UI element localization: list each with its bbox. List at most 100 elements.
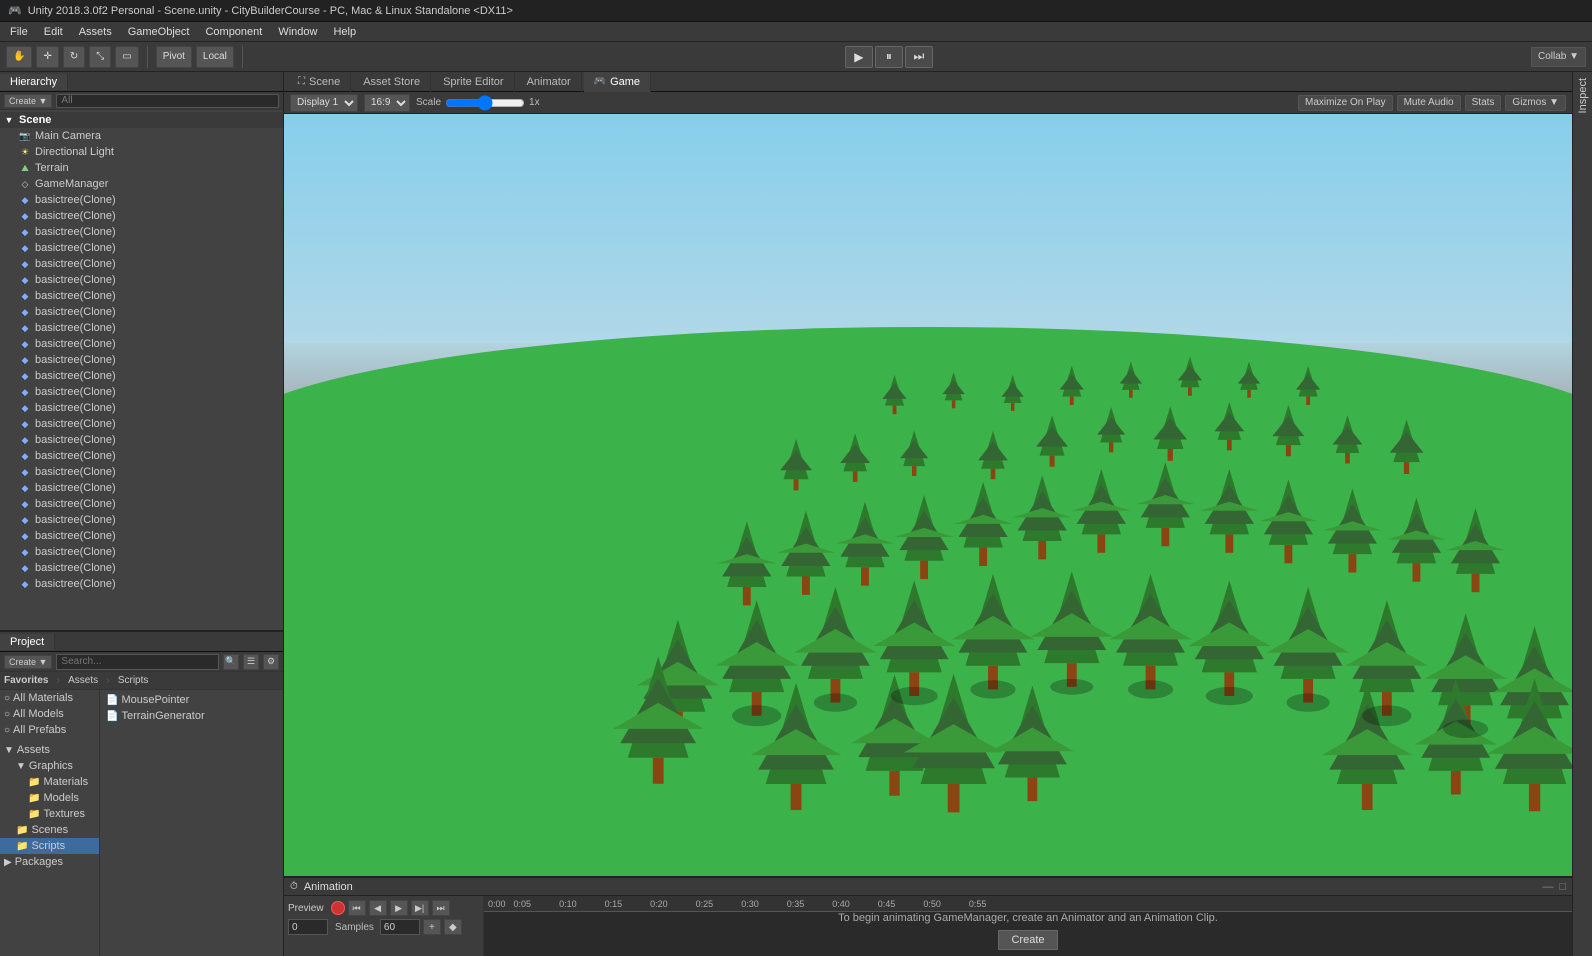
hierarchy-item-tree23[interactable]: ◆basictree(Clone) <box>0 560 283 576</box>
hierarchy-item-tree21[interactable]: ◆basictree(Clone) <box>0 528 283 544</box>
menu-gameobject[interactable]: GameObject <box>122 25 196 39</box>
project-assets-folder[interactable]: ▼ Assets <box>0 742 99 758</box>
anim-minimize-btn[interactable]: — <box>1542 881 1553 893</box>
project-scripts-folder[interactable]: 📁 Scripts <box>0 838 99 854</box>
hierarchy-item-tree15[interactable]: ◆basictree(Clone) <box>0 432 283 448</box>
hierarchy-item-dirlight[interactable]: ☀ Directional Light <box>0 144 283 160</box>
hierarchy-item-tree0[interactable]: ◆basictree(Clone) <box>0 192 283 208</box>
samples-input[interactable] <box>380 919 420 935</box>
folder-icon: ▶ <box>4 857 12 868</box>
hierarchy-item-tree2[interactable]: ◆basictree(Clone) <box>0 224 283 240</box>
hierarchy-item-tree7[interactable]: ◆basictree(Clone) <box>0 304 283 320</box>
file-mousepointer[interactable]: 📄 MousePointer <box>102 692 281 708</box>
anim-next-btn[interactable]: ▶| <box>411 900 429 916</box>
pivot-button[interactable]: Pivot <box>156 46 192 68</box>
hierarchy-item-tree12[interactable]: ◆basictree(Clone) <box>0 384 283 400</box>
display-select[interactable]: Display 1 <box>290 94 358 112</box>
pause-button[interactable]: ⏸ <box>875 46 903 68</box>
tool-hand[interactable]: ✋ <box>6 46 32 68</box>
anim-frame-input[interactable] <box>288 919 328 935</box>
hierarchy-item-gamemanager[interactable]: ◇ GameManager <box>0 176 283 192</box>
tab-animator[interactable]: Animator <box>517 72 582 92</box>
menu-edit[interactable]: Edit <box>38 25 69 39</box>
hierarchy-search[interactable] <box>56 94 279 108</box>
hierarchy-item-tree9[interactable]: ◆basictree(Clone) <box>0 336 283 352</box>
step-button[interactable]: ⏭ <box>905 46 933 68</box>
hierarchy-item-tree5[interactable]: ◆basictree(Clone) <box>0 272 283 288</box>
aspect-select[interactable]: 16:9 <box>364 94 410 112</box>
hierarchy-item-tree19[interactable]: ◆basictree(Clone) <box>0 496 283 512</box>
tab-sprite-editor[interactable]: Sprite Editor <box>433 72 515 92</box>
hierarchy-item-tree18[interactable]: ◆basictree(Clone) <box>0 480 283 496</box>
collab-button[interactable]: Collab ▼ <box>1531 47 1586 67</box>
hierarchy-item-maincamera[interactable]: 📷 Main Camera <box>0 128 283 144</box>
stats-btn[interactable]: Stats <box>1465 95 1502 111</box>
hierarchy-item-terrain[interactable]: ⛰ Terrain <box>0 160 283 176</box>
maximize-on-play-btn[interactable]: Maximize On Play <box>1298 95 1393 111</box>
inspect-label[interactable]: Inspect <box>1575 72 1591 119</box>
scale-slider[interactable] <box>445 97 525 109</box>
hierarchy-item-tree8[interactable]: ◆basictree(Clone) <box>0 320 283 336</box>
hierarchy-item-tree20[interactable]: ◆basictree(Clone) <box>0 512 283 528</box>
fav-scripts[interactable]: Scripts <box>118 675 149 686</box>
hierarchy-item-tree4[interactable]: ◆basictree(Clone) <box>0 256 283 272</box>
menu-window[interactable]: Window <box>272 25 323 39</box>
anim-maximize-btn[interactable]: □ <box>1559 881 1566 893</box>
hierarchy-item-tree22[interactable]: ◆basictree(Clone) <box>0 544 283 560</box>
hierarchy-item-tree14[interactable]: ◆basictree(Clone) <box>0 416 283 432</box>
tab-hierarchy[interactable]: Hierarchy <box>0 74 68 90</box>
anim-last-btn[interactable]: ⏭ <box>432 900 450 916</box>
play-button[interactable]: ▶ <box>845 46 873 68</box>
fav-assets[interactable]: Assets <box>68 675 98 686</box>
hierarchy-create-btn[interactable]: Create ▼ <box>4 94 52 108</box>
fav-favorites[interactable]: Favorites <box>4 675 48 686</box>
tab-game[interactable]: 🎮 Game <box>584 72 651 92</box>
tab-scene[interactable]: ⛶ Scene <box>288 72 351 92</box>
fav-all-materials[interactable]: ○ All Materials <box>0 690 99 706</box>
project-packages-folder[interactable]: ▶ Packages <box>0 854 99 870</box>
hierarchy-item-tree1[interactable]: ◆basictree(Clone) <box>0 208 283 224</box>
project-graphics-folder[interactable]: ▼ Graphics <box>0 758 99 774</box>
project-search-input[interactable] <box>56 654 219 670</box>
project-materials-folder[interactable]: 📁 Materials <box>0 774 99 790</box>
menu-file[interactable]: File <box>4 25 34 39</box>
anim-first-btn[interactable]: ⏮ <box>348 900 366 916</box>
hierarchy-item-tree6[interactable]: ◆basictree(Clone) <box>0 288 283 304</box>
tool-rect[interactable]: ▭ <box>115 46 138 68</box>
local-button[interactable]: Local <box>196 46 234 68</box>
menu-help[interactable]: Help <box>327 25 362 39</box>
search-btn[interactable]: 🔍 <box>223 654 239 670</box>
fav-all-models[interactable]: ○ All Models <box>0 706 99 722</box>
layout-btn[interactable]: ☰ <box>243 654 259 670</box>
fav-all-prefabs[interactable]: ○ All Prefabs <box>0 722 99 738</box>
mute-audio-btn[interactable]: Mute Audio <box>1397 95 1461 111</box>
tool-rotate[interactable]: ↻ <box>63 46 85 68</box>
file-terraingenerator[interactable]: 📄 TerrainGenerator <box>102 708 281 724</box>
project-models-folder[interactable]: 📁 Models <box>0 790 99 806</box>
project-scenes-folder[interactable]: 📁 Scenes <box>0 822 99 838</box>
project-textures-folder[interactable]: 📁 Textures <box>0 806 99 822</box>
project-create-btn[interactable]: Create ▼ <box>4 655 52 669</box>
anim-create-btn[interactable]: Create <box>998 930 1057 950</box>
anim-del-key-btn[interactable]: ◆ <box>444 919 462 935</box>
tool-scale[interactable]: ⤡ <box>89 46 111 68</box>
gizmos-btn[interactable]: Gizmos ▼ <box>1505 95 1566 111</box>
settings-btn[interactable]: ⚙ <box>263 654 279 670</box>
hierarchy-item-tree3[interactable]: ◆basictree(Clone) <box>0 240 283 256</box>
hierarchy-item-scene[interactable]: ▼ Scene <box>0 112 283 128</box>
hierarchy-item-tree16[interactable]: ◆basictree(Clone) <box>0 448 283 464</box>
anim-play-btn[interactable]: ▶ <box>390 900 408 916</box>
tab-asset-store[interactable]: Asset Store <box>353 72 431 92</box>
hierarchy-item-tree24[interactable]: ◆basictree(Clone) <box>0 576 283 592</box>
hierarchy-item-tree11[interactable]: ◆basictree(Clone) <box>0 368 283 384</box>
menu-component[interactable]: Component <box>199 25 268 39</box>
tool-move[interactable]: ✛ <box>36 46 58 68</box>
anim-prev-btn[interactable]: ◀ <box>369 900 387 916</box>
anim-add-key-btn[interactable]: + <box>423 919 441 935</box>
hierarchy-item-tree10[interactable]: ◆basictree(Clone) <box>0 352 283 368</box>
tab-project[interactable]: Project <box>0 634 55 650</box>
hierarchy-item-tree17[interactable]: ◆basictree(Clone) <box>0 464 283 480</box>
hierarchy-item-tree13[interactable]: ◆basictree(Clone) <box>0 400 283 416</box>
menu-assets[interactable]: Assets <box>73 25 118 39</box>
record-button[interactable] <box>331 901 345 915</box>
